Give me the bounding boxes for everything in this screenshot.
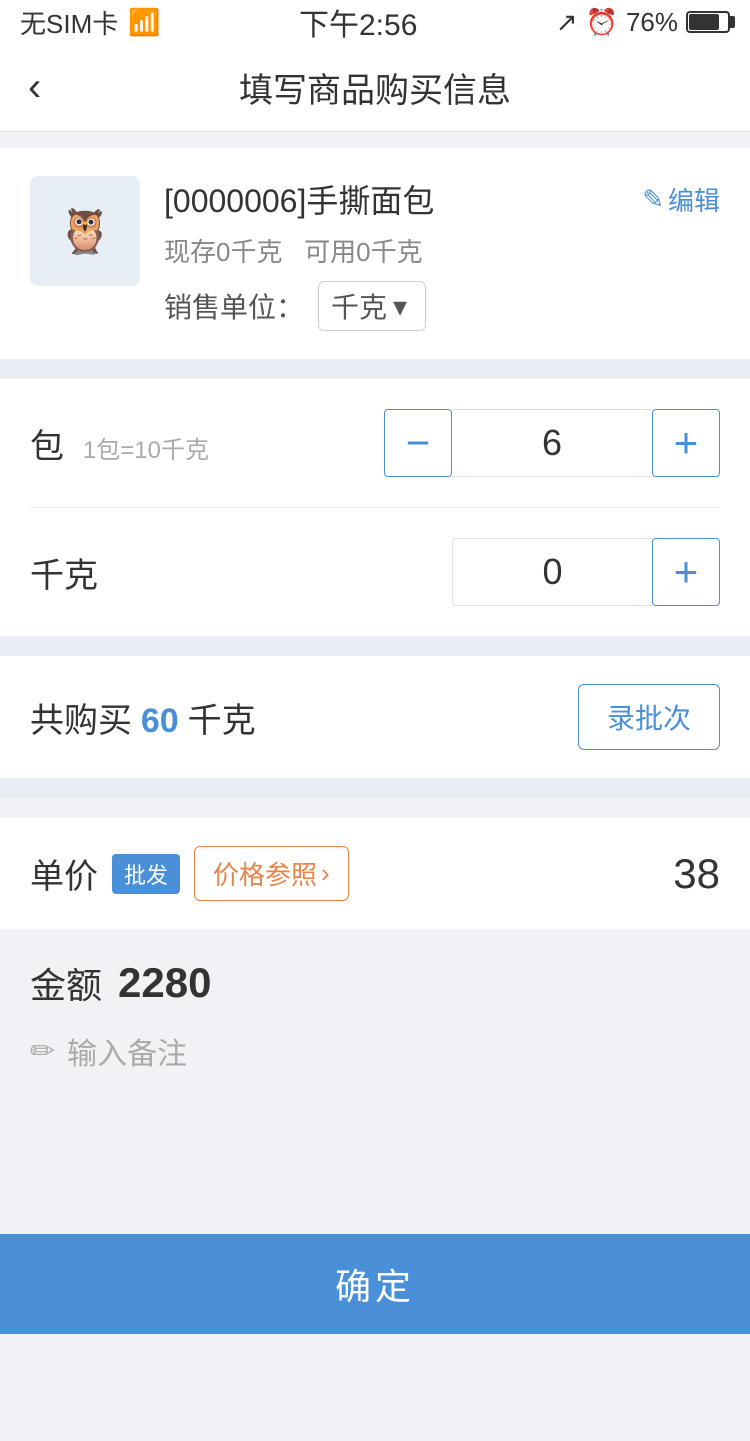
- total-unit: 千克: [188, 702, 256, 740]
- bag-increment-button[interactable]: +: [652, 409, 720, 477]
- product-info: [0000006]手撕面包 ✎ 编辑 现存0千克 可用0千克 销售单位： 千克 …: [164, 176, 720, 331]
- price-reference-button[interactable]: 价格参照 ›: [194, 846, 349, 901]
- amount-value: 2280: [118, 959, 211, 1007]
- bag-decrement-button[interactable]: −: [384, 409, 452, 477]
- back-button[interactable]: ‹: [28, 65, 41, 110]
- price-label: 单价: [30, 849, 98, 898]
- product-name-row: [0000006]手撕面包 ✎ 编辑: [164, 176, 720, 222]
- remark-placeholder: 输入备注: [67, 1029, 187, 1073]
- battery-icon: [686, 11, 730, 33]
- status-time: 下午2:56: [299, 0, 417, 44]
- amount-label: 金额: [30, 957, 102, 1009]
- status-bar: 无SIM卡 📶 下午2:56 ↗ ⏰ 76%: [0, 0, 750, 44]
- total-prefix: 共购买: [30, 702, 132, 740]
- kg-label-group: 千克: [30, 548, 98, 597]
- batch-button[interactable]: 录批次: [578, 684, 720, 750]
- kg-qty-controls: +: [452, 538, 720, 606]
- carrier-label: 无SIM卡: [20, 4, 118, 41]
- kg-quantity-input[interactable]: [452, 538, 652, 606]
- nav-bar: ‹ 填写商品购买信息: [0, 44, 750, 132]
- bag-label: 包: [30, 428, 64, 466]
- quantity-section: 包 1包=10千克 − + 千克 +: [0, 379, 750, 636]
- kg-quantity-row: 千克 +: [30, 508, 720, 636]
- product-thumb-icon: 🦉: [58, 205, 113, 257]
- product-unit-row: 销售单位： 千克 ▾: [164, 281, 720, 331]
- price-label-row: 单价 批发 价格参照 ›: [30, 846, 349, 901]
- confirm-button[interactable]: 确定: [0, 1234, 750, 1334]
- kg-increment-button[interactable]: +: [652, 538, 720, 606]
- chevron-down-icon: ▾: [393, 290, 407, 323]
- alarm-icon: ⏰: [586, 7, 618, 38]
- kg-label: 千克: [30, 557, 98, 595]
- section-separator-2: [0, 636, 750, 656]
- unit-selector[interactable]: 千克 ▾: [318, 281, 426, 331]
- product-card: 🦉 [0000006]手撕面包 ✎ 编辑 现存0千克 可用0千克 销售单位： 千…: [0, 148, 750, 359]
- product-thumbnail: 🦉: [30, 176, 140, 286]
- bag-label-group: 包 1包=10千克: [30, 419, 209, 468]
- edit-icon: ✎: [642, 184, 664, 215]
- remark-row[interactable]: ✏ 输入备注: [30, 1029, 720, 1101]
- remark-icon: ✏: [30, 1034, 55, 1069]
- section-separator-1: [0, 359, 750, 379]
- total-row: 共购买 60 千克 录批次: [0, 656, 750, 778]
- product-name: [0000006]手撕面包: [164, 176, 434, 222]
- price-value: 38: [673, 850, 720, 898]
- bag-qty-controls: − +: [384, 409, 720, 477]
- status-left: 无SIM卡 📶: [20, 4, 161, 41]
- edit-button[interactable]: ✎ 编辑: [642, 181, 720, 218]
- amount-row: 金额 2280: [30, 957, 720, 1029]
- bag-quantity-row: 包 1包=10千克 − +: [30, 379, 720, 508]
- price-section: 单价 批发 价格参照 › 38: [0, 818, 750, 929]
- page-title: 填写商品购买信息: [239, 63, 511, 112]
- product-stock: 现存0千克 可用0千克: [164, 232, 720, 269]
- chevron-right-icon: ›: [321, 858, 330, 889]
- amount-section: 金额 2280 ✏ 输入备注: [0, 929, 750, 1101]
- bag-quantity-input[interactable]: [452, 409, 652, 477]
- price-tag: 批发: [112, 854, 180, 894]
- bag-hint: 1包=10千克: [83, 437, 209, 464]
- location-icon: ↗: [556, 7, 578, 38]
- total-amount: 60: [141, 702, 179, 740]
- total-label-group: 共购买 60 千克: [30, 693, 256, 742]
- battery-percent: 76%: [626, 7, 678, 38]
- section-separator-3: [0, 778, 750, 798]
- wifi-icon: 📶: [128, 7, 160, 38]
- status-right: ↗ ⏰ 76%: [556, 7, 730, 38]
